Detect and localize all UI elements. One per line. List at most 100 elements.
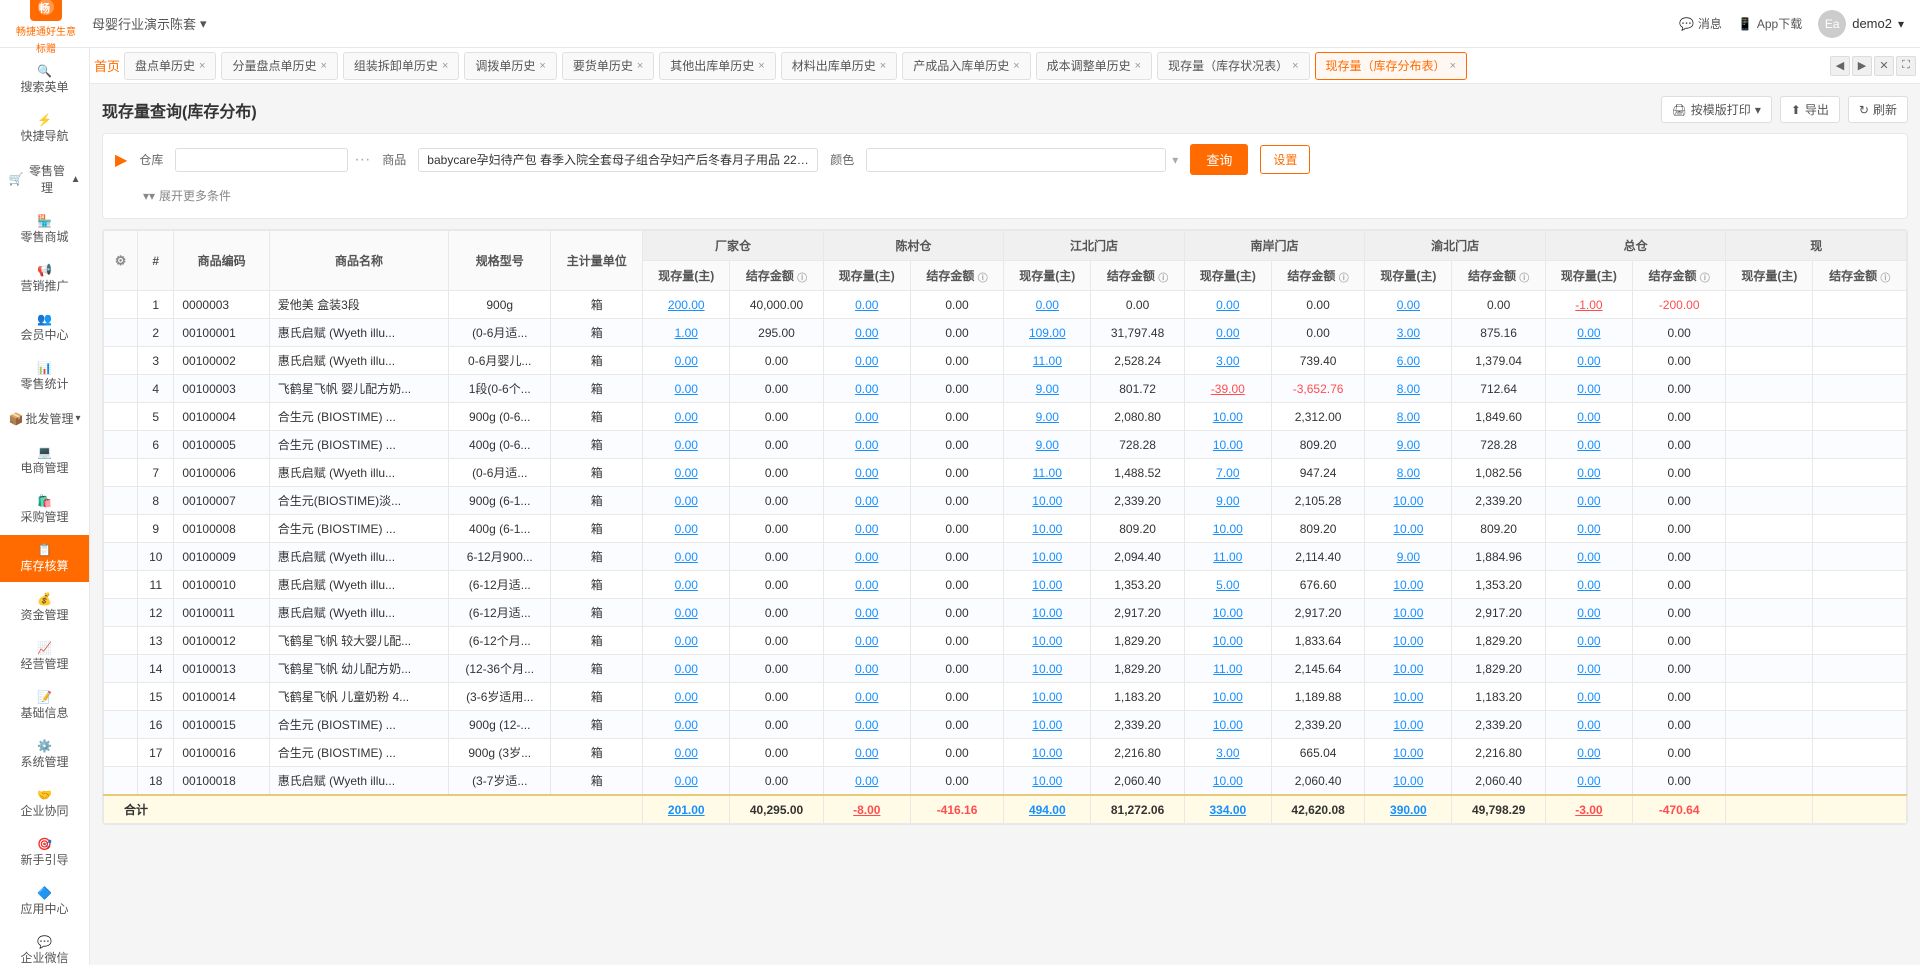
tabs-close-btn[interactable]: ✕ [1874, 56, 1894, 76]
row-nanaan-qty[interactable]: 10.00 [1184, 711, 1271, 739]
row-total-qty[interactable]: 0.00 [1545, 487, 1632, 515]
row-chenlu-qty[interactable]: 0.00 [823, 515, 910, 543]
row-factory-qty[interactable]: 0.00 [643, 347, 730, 375]
user-area[interactable]: Ea demo2 ▾ [1818, 10, 1904, 38]
row-jiangbei-qty[interactable]: 9.00 [1004, 431, 1091, 459]
row-jiangbei-qty[interactable]: 10.00 [1004, 739, 1091, 767]
row-total-qty[interactable]: 0.00 [1545, 711, 1632, 739]
row-jiangbei-qty[interactable]: 10.00 [1004, 543, 1091, 571]
row-jiangbei-qty[interactable]: 0.00 [1004, 291, 1091, 319]
row-nanaan-qty[interactable]: 10.00 [1184, 683, 1271, 711]
industry-selector[interactable]: 母婴行业演示陈套 ▾ [92, 14, 207, 33]
sum-total-qty[interactable]: -3.00 [1545, 795, 1632, 824]
row-yuzbei-qty[interactable]: 10.00 [1365, 711, 1452, 739]
row-chenlu-qty[interactable]: 0.00 [823, 599, 910, 627]
row-yuzbei-qty[interactable]: 10.00 [1365, 683, 1452, 711]
row-chenlu-qty[interactable]: 0.00 [823, 767, 910, 796]
sidebar-item-member[interactable]: 👥 会员中心 [5, 304, 85, 351]
tab-inventory-single[interactable]: 盘点单历史 × [124, 52, 216, 80]
row-nanaan-qty[interactable]: 5.00 [1184, 571, 1271, 599]
row-factory-qty[interactable]: 0.00 [643, 543, 730, 571]
row-total-qty[interactable]: 0.00 [1545, 347, 1632, 375]
settings-icon[interactable]: ⚙ [115, 253, 127, 268]
row-total-qty[interactable]: 0.00 [1545, 627, 1632, 655]
row-nanaan-qty[interactable]: 10.00 [1184, 627, 1271, 655]
row-total-qty[interactable]: 0.00 [1545, 683, 1632, 711]
row-factory-qty[interactable]: 200.00 [643, 291, 730, 319]
row-factory-qty[interactable]: 0.00 [643, 459, 730, 487]
row-total-qty[interactable]: 0.00 [1545, 739, 1632, 767]
row-chenlu-qty[interactable]: 0.00 [823, 347, 910, 375]
row-total-qty[interactable]: 0.00 [1545, 571, 1632, 599]
row-chenlu-qty[interactable]: 0.00 [823, 375, 910, 403]
row-total-qty[interactable]: -1.00 [1545, 291, 1632, 319]
row-yuzbei-qty[interactable]: 3.00 [1365, 319, 1452, 347]
color-input[interactable] [866, 148, 1166, 172]
row-jiangbei-qty[interactable]: 10.00 [1004, 655, 1091, 683]
row-yuzbei-qty[interactable]: 8.00 [1365, 403, 1452, 431]
tab-cost-adjust[interactable]: 成本调整单历史 × [1036, 52, 1152, 80]
tab-stock-dist[interactable]: 现存量（库存分布表） × [1315, 52, 1467, 80]
row-jiangbei-qty[interactable]: 10.00 [1004, 487, 1091, 515]
yuzbei-info-icon[interactable]: ⓘ [1519, 273, 1529, 284]
sidebar-item-retail-stats[interactable]: 📊 零售统计 [5, 353, 85, 400]
sum-factory-qty[interactable]: 201.00 [643, 795, 730, 824]
row-yuzbei-qty[interactable]: 10.00 [1365, 739, 1452, 767]
row-nanaan-qty[interactable]: -39.00 [1184, 375, 1271, 403]
row-chenlu-qty[interactable]: 0.00 [823, 543, 910, 571]
row-nanaan-qty[interactable]: 3.00 [1184, 347, 1271, 375]
row-chenlu-qty[interactable]: 0.00 [823, 711, 910, 739]
row-chenlu-qty[interactable]: 0.00 [823, 431, 910, 459]
tab-group-split[interactable]: 组装拆卸单历史 × [343, 52, 459, 80]
sidebar-item-ecommerce[interactable]: 💻 电商管理 [5, 437, 85, 484]
goods-input[interactable] [418, 148, 818, 172]
tab-material-out-close[interactable]: × [880, 60, 886, 72]
row-factory-qty[interactable]: 0.00 [643, 627, 730, 655]
row-yuzbei-qty[interactable]: 10.00 [1365, 515, 1452, 543]
tab-split-inventory[interactable]: 分量盘点单历史 × [221, 52, 337, 80]
row-chenlu-qty[interactable]: 0.00 [823, 403, 910, 431]
tab-inventory-single-close[interactable]: × [199, 60, 205, 72]
row-nanaan-qty[interactable]: 3.00 [1184, 739, 1271, 767]
sum-chenlu-qty[interactable]: -8.00 [823, 795, 910, 824]
row-jiangbei-qty[interactable]: 10.00 [1004, 627, 1091, 655]
tab-stock-status-close[interactable]: × [1292, 60, 1298, 72]
row-yuzbei-qty[interactable]: 0.00 [1365, 291, 1452, 319]
tabs-next-btn[interactable]: ▶ [1852, 56, 1872, 76]
total-info-icon[interactable]: ⓘ [1700, 273, 1710, 284]
row-jiangbei-qty[interactable]: 11.00 [1004, 459, 1091, 487]
row-factory-qty[interactable]: 0.00 [643, 683, 730, 711]
logo-area[interactable]: 畅 畅捷通好生意 标赠 [16, 0, 76, 55]
tab-cost-adjust-close[interactable]: × [1135, 60, 1141, 72]
message-btn[interactable]: 💬 消息 [1679, 15, 1722, 32]
row-total-qty[interactable]: 0.00 [1545, 655, 1632, 683]
row-total-qty[interactable]: 0.00 [1545, 375, 1632, 403]
query-btn[interactable]: 查询 [1190, 144, 1248, 175]
sidebar-item-purchase[interactable]: 🛍️ 采购管理 [5, 486, 85, 533]
col-settings-header[interactable]: ⚙ [104, 231, 138, 291]
row-yuzbei-qty[interactable]: 10.00 [1365, 599, 1452, 627]
export-btn[interactable]: ⬆ 导出 [1780, 96, 1840, 123]
row-factory-qty[interactable]: 0.00 [643, 487, 730, 515]
row-nanaan-qty[interactable]: 10.00 [1184, 403, 1271, 431]
row-jiangbei-qty[interactable]: 10.00 [1004, 599, 1091, 627]
tabs-expand-btn[interactable]: ⛶ [1896, 56, 1916, 76]
sum-nanaan-qty[interactable]: 334.00 [1184, 795, 1271, 824]
nanaan-info-icon[interactable]: ⓘ [1339, 273, 1349, 284]
row-nanaan-qty[interactable]: 11.00 [1184, 543, 1271, 571]
sidebar-item-retail-mgmt[interactable]: 🛒 零售管理 ▲ [5, 154, 85, 204]
sidebar-item-marketing[interactable]: 📢 营销推广 [5, 255, 85, 302]
row-chenlu-qty[interactable]: 0.00 [823, 683, 910, 711]
row-yuzbei-qty[interactable]: 9.00 [1365, 543, 1452, 571]
row-nanaan-qty[interactable]: 11.00 [1184, 655, 1271, 683]
tab-other-out[interactable]: 其他出库单历史 × [659, 52, 775, 80]
sidebar-item-retail-shop[interactable]: 🏪 零售商城 [5, 206, 85, 253]
row-factory-qty[interactable]: 1.00 [643, 319, 730, 347]
print-btn[interactable]: 🖨 按模版打印 ▾ [1661, 96, 1772, 123]
tab-other-out-close[interactable]: × [758, 60, 764, 72]
cur-info-icon[interactable]: ⓘ [1880, 273, 1890, 284]
factory-info-icon[interactable]: ⓘ [797, 273, 807, 284]
app-download-btn[interactable]: 📱 App下载 [1738, 15, 1802, 32]
row-factory-qty[interactable]: 0.00 [643, 767, 730, 796]
tab-split-inventory-close[interactable]: × [320, 60, 326, 72]
